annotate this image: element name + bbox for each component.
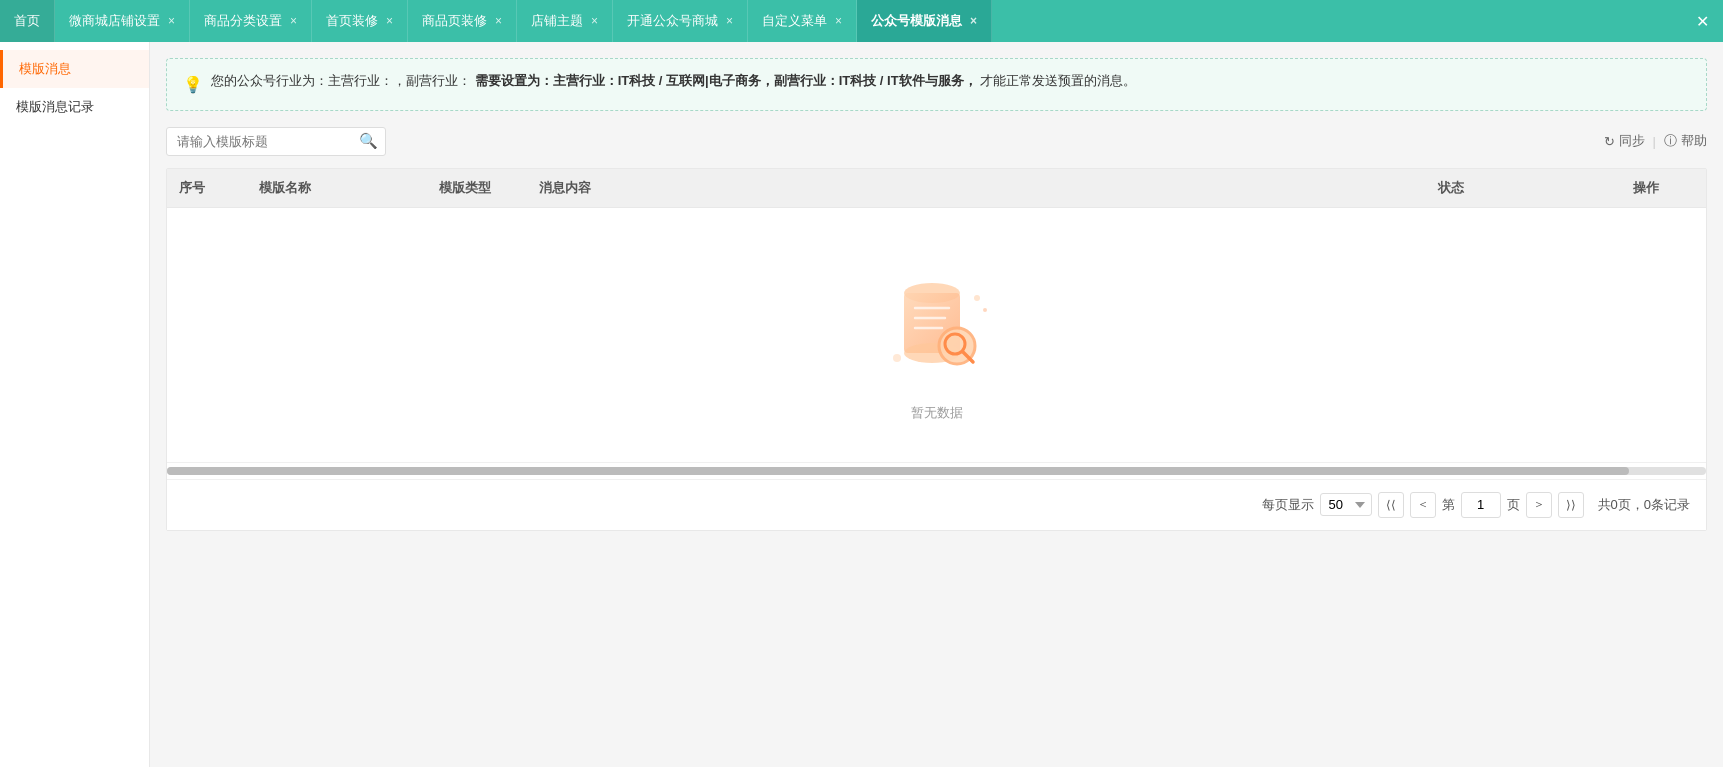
help-icon: ⓘ <box>1664 132 1677 150</box>
col-header-action: 操作 <box>1586 169 1706 207</box>
col-header-type: 模版类型 <box>427 169 527 207</box>
nav-tab-home[interactable]: 首页 <box>0 0 55 42</box>
empty-text: 暂无数据 <box>911 404 963 422</box>
col-header-content: 消息内容 <box>527 169 1426 207</box>
page-size-label: 每页显示 <box>1262 496 1314 514</box>
close-tab-custom-menu[interactable]: × <box>835 14 842 28</box>
nav-tab-template-msg[interactable]: 公众号模版消息× <box>857 0 992 42</box>
nav-tab-product-decor[interactable]: 商品页装修× <box>408 0 517 42</box>
horizontal-scrollbar[interactable] <box>167 467 1706 475</box>
nav-tab-home-decor[interactable]: 首页装修× <box>312 0 408 42</box>
svg-point-9 <box>974 295 980 301</box>
search-input-wrap: 🔍 <box>166 127 386 156</box>
nav-tab-micro-shop[interactable]: 微商城店铺设置× <box>55 0 190 42</box>
close-tab-open-mall[interactable]: × <box>726 14 733 28</box>
help-button[interactable]: ⓘ 帮助 <box>1664 132 1707 150</box>
nav-tab-product-category[interactable]: 商品分类设置× <box>190 0 312 42</box>
sync-button[interactable]: ↻ 同步 <box>1604 132 1645 150</box>
sync-label: 同步 <box>1619 132 1645 150</box>
empty-illustration <box>877 268 997 388</box>
toolbar-divider: | <box>1653 134 1656 149</box>
close-tab-shop-theme[interactable]: × <box>591 14 598 28</box>
col-header-seq: 序号 <box>167 169 247 207</box>
last-page-button[interactable]: ⟩⟩ <box>1558 492 1584 518</box>
prev-page-button[interactable]: ＜ <box>1410 492 1436 518</box>
notice-suffix: 才能正常发送预置的消息。 <box>980 73 1136 88</box>
nav-tab-shop-theme[interactable]: 店铺主题× <box>517 0 613 42</box>
col-header-name: 模版名称 <box>247 169 427 207</box>
page-size-select[interactable]: 50 10 20 100 <box>1320 493 1372 516</box>
first-page-button[interactable]: ⟨⟨ <box>1378 492 1404 518</box>
toolbar-right: ↻ 同步 | ⓘ 帮助 <box>1604 132 1707 150</box>
data-table: 序号 模版名称 模版类型 消息内容 状态 操作 <box>166 168 1707 531</box>
sidebar-item-template-msg[interactable]: 模版消息 <box>0 50 149 88</box>
search-row: 🔍 ↻ 同步 | ⓘ 帮助 <box>166 127 1707 156</box>
close-tab-micro-shop[interactable]: × <box>168 14 175 28</box>
notice-icon: 💡 <box>183 72 203 98</box>
search-button[interactable]: 🔍 <box>359 132 378 150</box>
notice-text: 您的公众号行业为：主营行业：，副营行业： 需要设置为：主营行业：IT科技 / 互… <box>211 71 1690 92</box>
notice-box: 💡 您的公众号行业为：主营行业：，副营行业： 需要设置为：主营行业：IT科技 /… <box>166 58 1707 111</box>
table-header: 序号 模版名称 模版类型 消息内容 状态 操作 <box>167 169 1706 208</box>
next-page-button[interactable]: ＞ <box>1526 492 1552 518</box>
nav-tab-custom-menu[interactable]: 自定义菜单× <box>748 0 857 42</box>
close-tab-product-decor[interactable]: × <box>495 14 502 28</box>
nav-tab-open-mall[interactable]: 开通公众号商城× <box>613 0 748 42</box>
page-label-after: 页 <box>1507 496 1520 514</box>
close-tab-product-category[interactable]: × <box>290 14 297 28</box>
page-label-before: 第 <box>1442 496 1455 514</box>
top-nav: 首页微商城店铺设置×商品分类设置×首页装修×商品页装修×店铺主题×开通公众号商城… <box>0 0 1723 42</box>
pagination-row: 每页显示 50 10 20 100 ⟨⟨ ＜ 第 页 ＞ ⟩⟩ 共0页，0条记录 <box>167 479 1706 530</box>
sidebar-item-template-record[interactable]: 模版消息记录 <box>0 88 149 126</box>
sync-icon: ↻ <box>1604 134 1615 149</box>
close-tab-home-decor[interactable]: × <box>386 14 393 28</box>
svg-point-11 <box>893 354 901 362</box>
empty-state: 暂无数据 <box>167 208 1706 462</box>
close-tab-template-msg[interactable]: × <box>970 14 977 28</box>
svg-point-10 <box>983 308 987 312</box>
search-input[interactable] <box>166 127 386 156</box>
col-header-status: 状态 <box>1426 169 1586 207</box>
sidebar: 模版消息模版消息记录 <box>0 42 150 767</box>
main-layout: 模版消息模版消息记录 💡 您的公众号行业为：主营行业：，副营行业： 需要设置为：… <box>0 42 1723 767</box>
total-info: 共0页，0条记录 <box>1598 496 1690 514</box>
help-label: 帮助 <box>1681 132 1707 150</box>
notice-prefix: 您的公众号行业为：主营行业：，副营行业： <box>211 73 471 88</box>
current-page-input[interactable] <box>1461 492 1501 518</box>
content-area: 💡 您的公众号行业为：主营行业：，副营行业： 需要设置为：主营行业：IT科技 /… <box>150 42 1723 767</box>
close-all-button[interactable]: ✕ <box>1682 0 1723 42</box>
notice-highlight: 需要设置为：主营行业：IT科技 / 互联网|电子商务，副营行业：IT科技 / I… <box>475 73 977 88</box>
